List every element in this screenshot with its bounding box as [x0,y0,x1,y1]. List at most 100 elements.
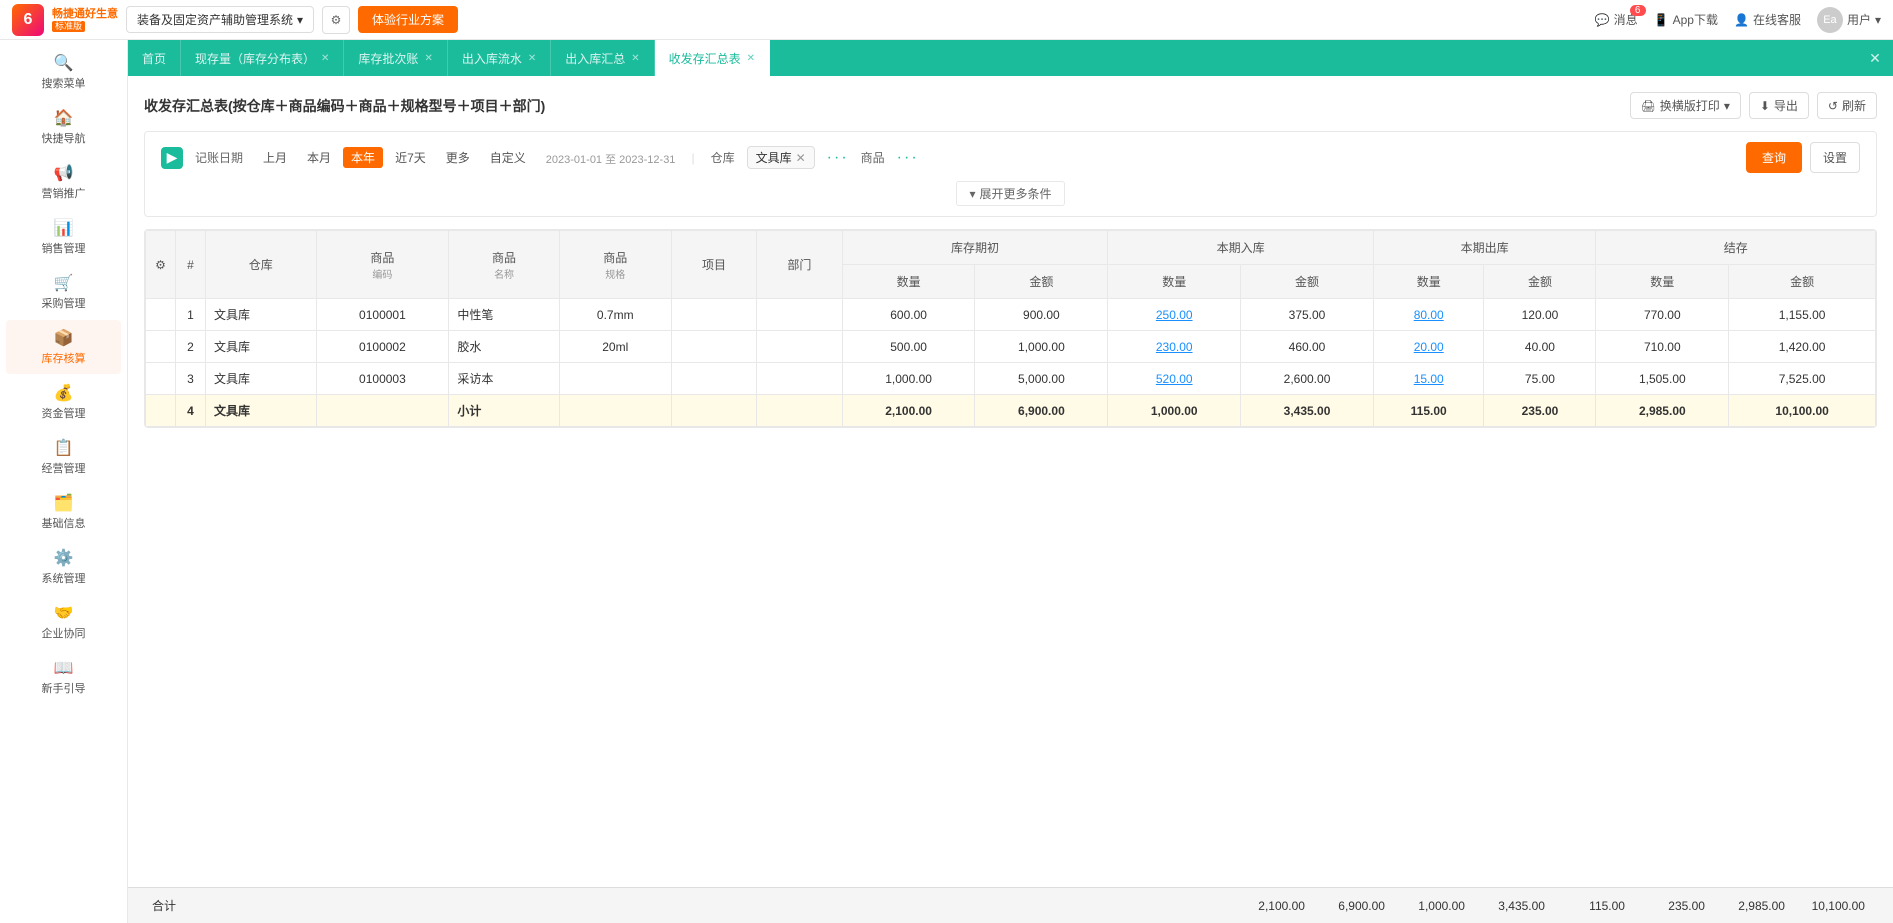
tab-bar-close-button[interactable]: ✕ [1857,40,1893,76]
col-out-header: 本期出库 [1373,231,1595,265]
row-in-qty[interactable]: 520.00 [1108,363,1241,395]
export-icon: ⬇ [1760,99,1770,113]
sidebar-item-collab[interactable]: 🤝 企业协同 [6,595,121,649]
date-btn-last-month[interactable]: 上月 [255,147,295,168]
row-opening-amt: 5,000.00 [975,363,1108,395]
filter-toggle-button[interactable]: ▶ [161,147,183,169]
row-in-qty[interactable]: 250.00 [1108,299,1241,331]
row-closing-amt: 7,525.00 [1729,363,1876,395]
date-btn-more[interactable]: 更多 [438,147,478,168]
online-service-button[interactable]: 👤 在线客服 [1734,11,1801,28]
sidebar-item-quicknav[interactable]: 🏠 快捷导航 [6,100,121,154]
tab-close-active-icon[interactable]: ✕ [747,53,755,64]
page-content: 收发存汇总表(按仓库＋商品编码＋商品＋规格型号＋项目＋部门) 🖨 换横版打印 ▾… [128,76,1893,887]
sidebar-item-system[interactable]: ⚙️ 系统管理 [6,540,121,594]
row-opening-qty: 600.00 [842,299,975,331]
query-button[interactable]: 查询 [1746,142,1802,173]
row-in-qty: 1,000.00 [1108,395,1241,427]
row-out-qty[interactable]: 20.00 [1373,331,1484,363]
row-project [671,331,756,363]
row-out-qty[interactable]: 80.00 [1373,299,1484,331]
col-in-qty-header: 数量 [1108,265,1241,299]
row-opening-qty: 500.00 [842,331,975,363]
row-warehouse: 文具库 [206,395,317,427]
sidebar-item-finance[interactable]: 💰 资金管理 [6,375,121,429]
tab-inout-summary[interactable]: 出入库汇总 ✕ [551,40,654,76]
tab-inventory-batch[interactable]: 库存批次账 ✕ [344,40,447,76]
total-in-amt: 3,435.00 [1477,899,1557,913]
row-out-amt: 235.00 [1484,395,1596,427]
message-button[interactable]: 💬 消息 6 [1595,11,1638,28]
total-out-qty: 115.00 [1557,899,1637,913]
bottom-total-bar: 合计 2,100.00 6,900.00 1,000.00 3,435.00 1… [128,887,1893,923]
app-download-button[interactable]: 📱 App下载 [1654,11,1718,28]
filter-settings-button[interactable]: 设置 [1810,142,1860,173]
row-closing-amt: 10,100.00 [1729,395,1876,427]
col-goodsname-header: 商品名称 [449,231,560,299]
total-closing-amt: 10,100.00 [1797,899,1877,913]
row-opening-amt: 1,000.00 [975,331,1108,363]
chart-icon: 📊 [54,218,74,238]
total-in-qty: 1,000.00 [1397,899,1477,913]
tab-inout-flow[interactable]: 出入库流水 ✕ [448,40,551,76]
sidebar-item-sales[interactable]: 📊 销售管理 [6,210,121,264]
sidebar-item-operations[interactable]: 📋 经营管理 [6,430,121,484]
row-closing-amt: 1,420.00 [1729,331,1876,363]
expand-conditions-button[interactable]: ▾ 展开更多条件 [956,181,1064,206]
warehouse-tag[interactable]: 文具库 ✕ [747,146,815,169]
settings-button[interactable]: ⚙ [322,6,350,34]
export-button[interactable]: ⬇ 导出 [1749,92,1809,119]
date-btn-custom[interactable]: 自定义 [482,147,534,168]
sidebar-item-purchase[interactable]: 🛒 采购管理 [6,265,121,319]
user-menu[interactable]: Ea 用户 ▾ [1817,7,1881,33]
row-settings-cell [146,299,176,331]
sidebar-item-marketing[interactable]: 📢 营销推广 [6,155,121,209]
trial-button[interactable]: 体验行业方案 [358,6,458,33]
refresh-button[interactable]: ↺ 刷新 [1817,92,1877,119]
row-goods-spec [559,363,671,395]
service-icon: 👤 [1734,13,1749,27]
phone-icon: 📱 [1654,13,1669,27]
warehouse-tag-close-icon[interactable]: ✕ [796,151,806,165]
tab-inventory-distribution[interactable]: 现存量（库存分布表） ✕ [181,40,344,76]
sidebar-menu: 🔍 搜索菜单 🏠 快捷导航 📢 营销推广 📊 销售管理 🛒 采购管 [0,40,127,923]
tab-close-icon[interactable]: ✕ [424,53,432,64]
row-goods-name: 小计 [449,395,560,427]
col-goodscode-header: 商品编码 [316,231,449,299]
brand-tag: 标准版 [52,21,85,33]
date-btn-this-month[interactable]: 本月 [299,147,339,168]
book-icon: 📖 [54,658,74,678]
row-department [757,363,842,395]
sidebar-item-search[interactable]: 🔍 搜索菜单 [6,45,121,99]
row-in-qty[interactable]: 230.00 [1108,331,1241,363]
table-row: 1 文具库 0100001 中性笔 0.7mm 600.00 900.00 25… [146,299,1876,331]
tab-receive-summary[interactable]: 收发存汇总表 ✕ [655,40,770,76]
date-btn-7days[interactable]: 近7天 [387,147,434,168]
row-department [757,299,842,331]
tab-close-icon[interactable]: ✕ [321,53,329,64]
tab-close-icon[interactable]: ✕ [528,53,536,64]
chevron-down-icon: ▾ [1724,99,1730,113]
goods-more-icon[interactable]: ··· [897,149,919,167]
row-warehouse: 文具库 [206,363,317,395]
row-goods-name: 中性笔 [449,299,560,331]
sidebar-item-inventory[interactable]: 📦 库存核算 [6,320,121,374]
filter-divider: | [691,151,694,165]
app-logo: 6 [12,4,44,36]
row-goods-code: 0100001 [316,299,449,331]
print-button[interactable]: 🖨 换横版打印 ▾ [1630,92,1741,119]
tab-close-icon[interactable]: ✕ [631,53,639,64]
tab-home[interactable]: 首页 [128,40,181,76]
system-selector[interactable]: 装备及固定资产辅助管理系统 ▾ [126,6,314,33]
total-opening-qty: 2,100.00 [1237,899,1317,913]
sidebar-item-basic[interactable]: 🗂️ 基础信息 [6,485,121,539]
sidebar-item-guide[interactable]: 📖 新手引导 [6,650,121,704]
date-btn-this-year[interactable]: 本年 [343,147,383,168]
row-out-qty[interactable]: 15.00 [1373,363,1484,395]
warehouse-more-icon[interactable]: ··· [827,149,849,167]
col-out-qty-header: 数量 [1373,265,1484,299]
col-settings-header[interactable]: ⚙ [146,231,176,299]
box-icon: 📦 [54,328,74,348]
row-closing-qty: 1,505.00 [1596,363,1729,395]
row-in-amt: 460.00 [1241,331,1374,363]
